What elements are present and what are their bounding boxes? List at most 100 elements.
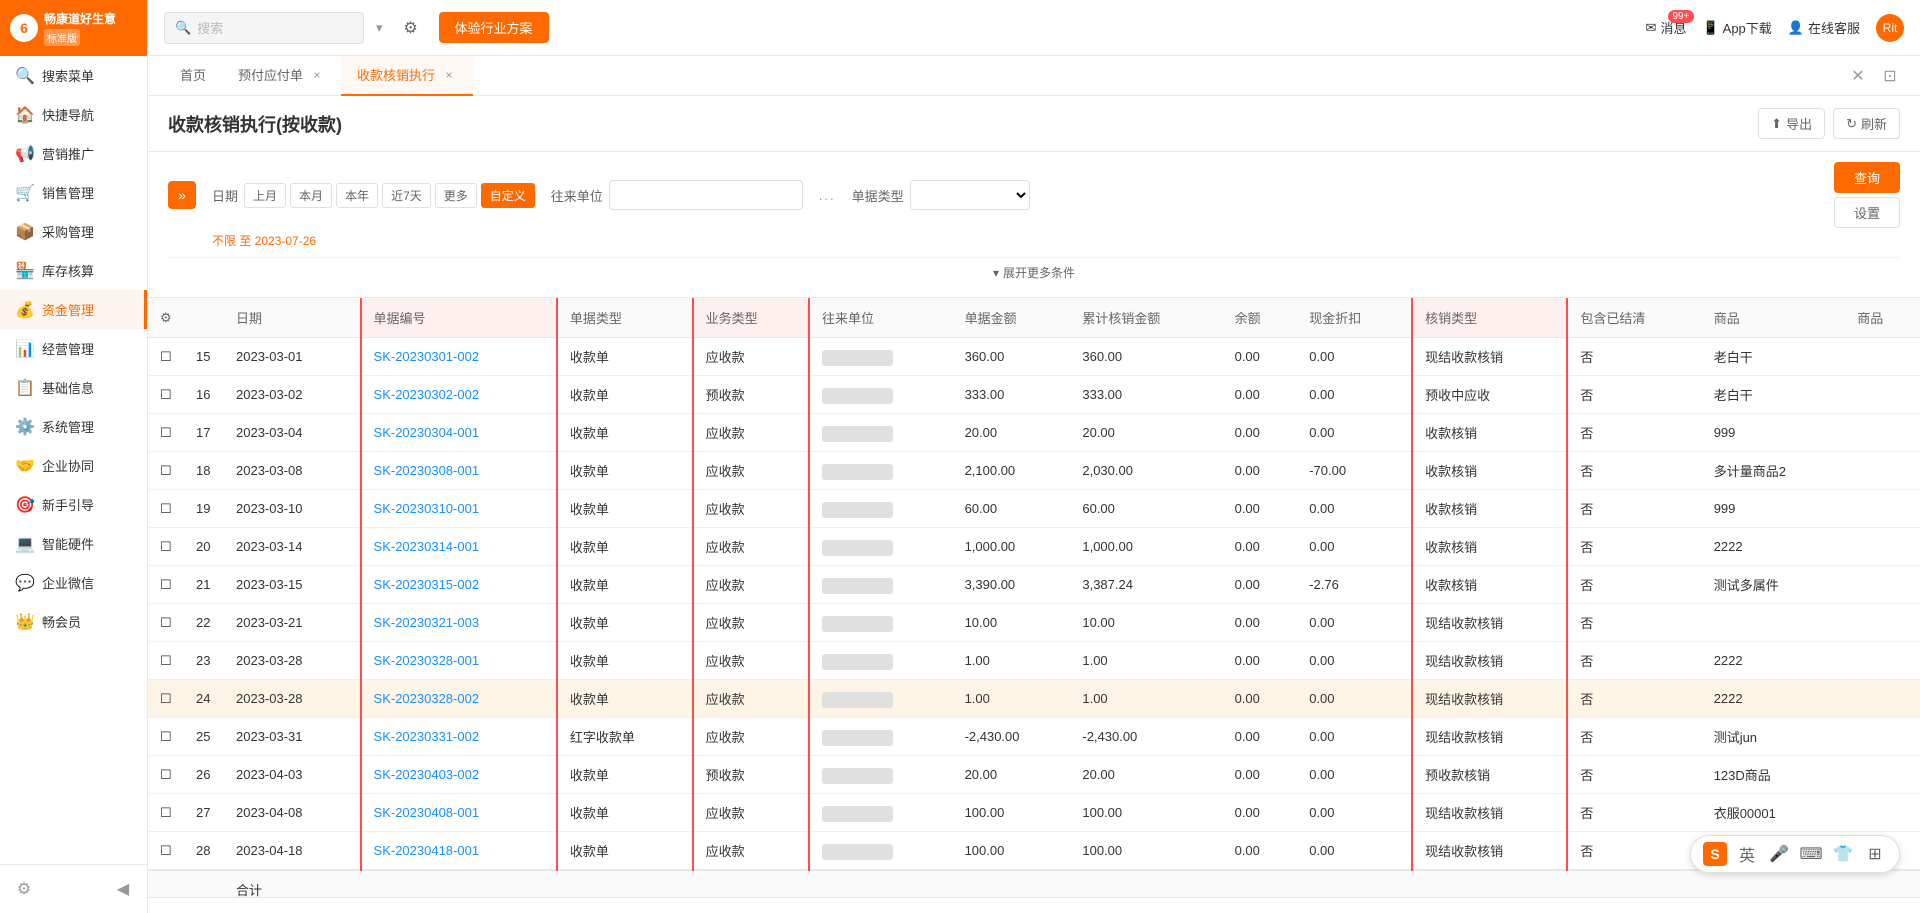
close-window-btn[interactable]: ✕ (1844, 62, 1872, 90)
cell-bill_no[interactable]: SK-20230301-002 (361, 338, 557, 376)
message-badge: 99+ (1668, 10, 1695, 23)
online-service-button[interactable]: 👤 在线客服 (1788, 18, 1860, 37)
filter-toggle-button[interactable]: » (168, 181, 196, 209)
footer-date: 合计 (224, 870, 361, 897)
bill-no-link[interactable]: SK-20230328-001 (374, 653, 480, 668)
cell-goods2 (1845, 604, 1920, 642)
sidebar-icon-search: 🔍 (16, 67, 34, 85)
bill-no-link[interactable]: SK-20230321-003 (374, 615, 480, 630)
sidebar-item-finance[interactable]: 💰 资金管理 (0, 290, 147, 329)
bill-no-link[interactable]: SK-20230310-001 (374, 501, 480, 516)
tab-receive[interactable]: 收款核销执行× (341, 56, 473, 96)
sidebar-item-purchase[interactable]: 📦 采购管理 (0, 212, 147, 251)
filter-settings-button[interactable]: 设置 (1834, 197, 1900, 228)
bill-no-link[interactable]: SK-20230308-001 (374, 463, 480, 478)
query-button[interactable]: 查询 (1834, 162, 1900, 193)
cell-bill_no[interactable]: SK-20230408-001 (361, 794, 557, 832)
cell-bill_no[interactable]: SK-20230328-001 (361, 642, 557, 680)
sidebar-item-basic[interactable]: 📋 基础信息 (0, 368, 147, 407)
bill-no-link[interactable]: SK-20230331-002 (374, 729, 480, 744)
cell-partner: ████ (809, 452, 953, 490)
bill-no-link[interactable]: SK-20230315-002 (374, 577, 480, 592)
col-header-gear[interactable]: ⚙ (148, 298, 184, 338)
date-option-更多[interactable]: 更多 (435, 183, 477, 208)
sidebar-settings-icon[interactable]: ⚙ (10, 875, 38, 903)
date-custom-btn[interactable]: 自定义 (481, 183, 535, 208)
cell-bill_no[interactable]: SK-20230302-002 (361, 376, 557, 414)
cell-bill_no[interactable]: SK-20230315-002 (361, 566, 557, 604)
topbar-dropdown-arrow[interactable]: ▾ (376, 20, 383, 36)
tab-label-prepay: 预付应付单 (238, 65, 303, 84)
ime-english-btn[interactable]: 英 (1735, 842, 1759, 866)
solution-button[interactable]: 体验行业方案 (439, 12, 549, 43)
cell-bill_no[interactable]: SK-20230403-002 (361, 756, 557, 794)
bill-no-link[interactable]: SK-20230304-001 (374, 425, 480, 440)
ime-apps-btn[interactable]: ⊞ (1863, 842, 1887, 866)
maximize-window-btn[interactable]: ⊡ (1876, 62, 1904, 90)
sidebar-icon-marketing: 📢 (16, 145, 34, 163)
cell-include_settled: 否 (1567, 718, 1701, 756)
cell-bill_no[interactable]: SK-20230328-002 (361, 680, 557, 718)
bill-no-link[interactable]: SK-20230408-001 (374, 805, 480, 820)
ime-shirt-btn[interactable]: 👕 (1831, 842, 1855, 866)
tab-close-prepay[interactable]: × (309, 67, 325, 83)
sidebar-item-sales[interactable]: 🛒 销售管理 (0, 173, 147, 212)
messages-button[interactable]: ✉ 消息 99+ (1646, 18, 1687, 37)
cell-bill_no[interactable]: SK-20230418-001 (361, 832, 557, 871)
sidebar-item-operation[interactable]: 📊 经营管理 (0, 329, 147, 368)
cell-bill_no[interactable]: SK-20230310-001 (361, 490, 557, 528)
sidebar-collapse-icon[interactable]: ◀ (109, 875, 137, 903)
bill-no-link[interactable]: SK-20230314-001 (374, 539, 480, 554)
gear-settings-icon[interactable]: ⚙ (160, 310, 172, 325)
ime-mic-btn[interactable]: 🎤 (1767, 842, 1791, 866)
bill-type-select[interactable] (910, 180, 1030, 210)
partner-input[interactable] (609, 180, 803, 210)
topbar: 🔍 搜索 ▾ ⚙ 体验行业方案 ✉ 消息 99+ 📱 App下载 👤 在线客服 … (148, 0, 1920, 56)
cell-cum_amount: 100.00 (1070, 794, 1222, 832)
bill-no-link[interactable]: SK-20230418-001 (374, 843, 480, 858)
sidebar-item-search[interactable]: 🔍 搜索菜单 (0, 56, 147, 95)
cell-gear: ☐ (148, 490, 184, 528)
app-download-button[interactable]: 📱 App下载 (1702, 18, 1771, 37)
date-option-本年[interactable]: 本年 (336, 183, 378, 208)
ime-keyboard-btn[interactable]: ⌨ (1799, 842, 1823, 866)
bill-no-link[interactable]: SK-20230328-002 (374, 691, 480, 706)
col-header-bill_no: 单据编号 (361, 298, 557, 338)
cell-bill_no[interactable]: SK-20230308-001 (361, 452, 557, 490)
refresh-button[interactable]: ↻ 刷新 (1833, 108, 1900, 139)
sidebar-item-system[interactable]: ⚙️ 系统管理 (0, 407, 147, 446)
cell-bill_no[interactable]: SK-20230314-001 (361, 528, 557, 566)
sidebar-item-inventory[interactable]: 🏪 库存核算 (0, 251, 147, 290)
date-option-近7天[interactable]: 近7天 (382, 183, 431, 208)
user-avatar[interactable]: Rit (1876, 14, 1904, 42)
topbar-settings-icon[interactable]: ⚙ (395, 12, 427, 44)
cell-gear: ☐ (148, 376, 184, 414)
sidebar-item-guide[interactable]: 🎯 新手引导 (0, 485, 147, 524)
date-option-上月[interactable]: 上月 (244, 183, 286, 208)
bill-no-link[interactable]: SK-20230302-002 (374, 387, 480, 402)
cell-balance: 0.00 (1223, 338, 1298, 376)
bill-no-link[interactable]: SK-20230403-002 (374, 767, 480, 782)
chevron-down-icon: ▾ (993, 266, 999, 280)
sidebar-item-hardware[interactable]: 💻 智能硬件 (0, 524, 147, 563)
sidebar-item-shortcut[interactable]: 🏠 快捷导航 (0, 95, 147, 134)
sidebar-item-enterprise[interactable]: 🤝 企业协同 (0, 446, 147, 485)
tab-home[interactable]: 首页 (164, 56, 222, 96)
sidebar-item-member[interactable]: 👑 畅会员 (0, 602, 147, 641)
tab-close-receive[interactable]: × (441, 67, 457, 83)
cell-date: 2023-03-02 (224, 376, 361, 414)
cell-bill_no[interactable]: SK-20230331-002 (361, 718, 557, 756)
export-button[interactable]: ⬆ 导出 (1758, 108, 1825, 139)
sidebar-item-wechat[interactable]: 💬 企业微信 (0, 563, 147, 602)
search-box[interactable]: 🔍 搜索 (164, 12, 364, 44)
tab-prepay[interactable]: 预付应付单 × (222, 56, 341, 96)
sidebar-item-marketing[interactable]: 📢 营销推广 (0, 134, 147, 173)
cell-cancel_type: 收款核销 (1412, 452, 1567, 490)
bill-no-link[interactable]: SK-20230301-002 (374, 349, 480, 364)
horizontal-scrollbar[interactable] (148, 897, 1920, 913)
cell-bill_no[interactable]: SK-20230321-003 (361, 604, 557, 642)
expand-more-button[interactable]: ▾ 展开更多条件 (168, 257, 1900, 287)
cell-date: 2023-03-08 (224, 452, 361, 490)
date-option-本月[interactable]: 本月 (290, 183, 332, 208)
cell-bill_no[interactable]: SK-20230304-001 (361, 414, 557, 452)
